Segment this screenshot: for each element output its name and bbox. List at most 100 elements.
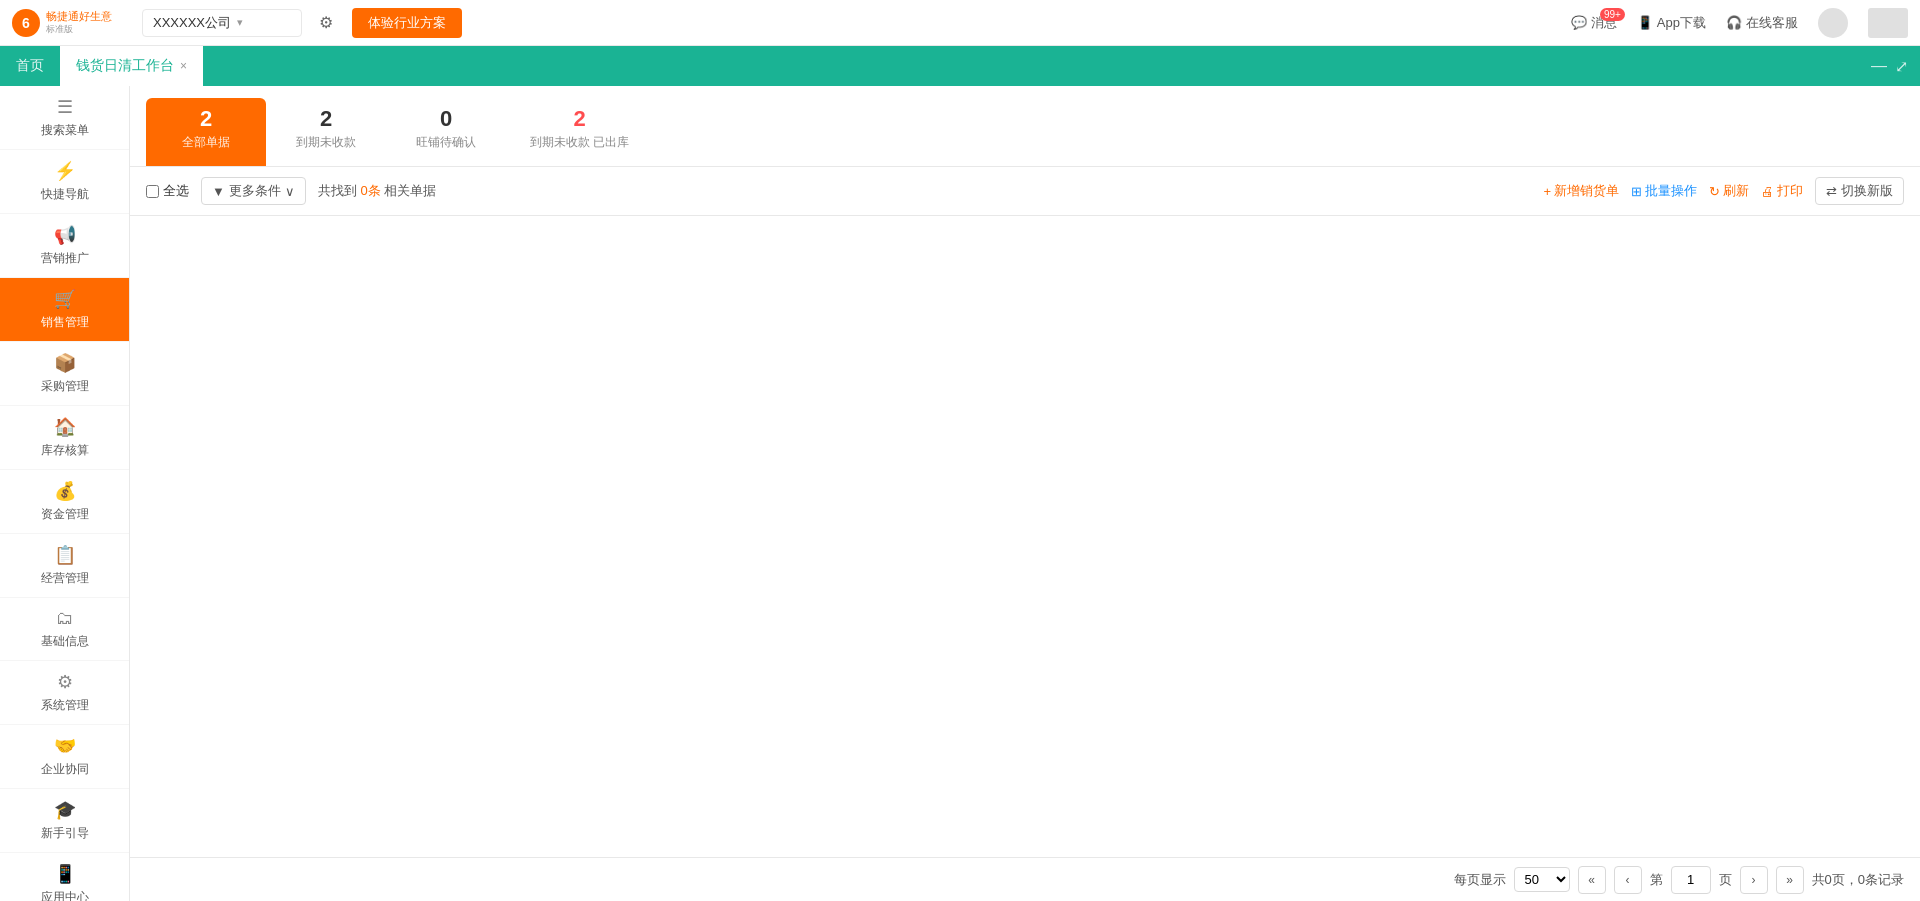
- sidebar-item-system[interactable]: ⚙ 系统管理: [0, 661, 129, 725]
- main-layout: ☰ 搜索菜单 ⚡ 快捷导航 📢 营销推广 🛒 销售管理 📦 采购管理 🏠 库存核…: [0, 86, 1920, 901]
- pagination-bar: 每页显示 50 20 100 « ‹ 第 页 › » 共0页，0条记录: [130, 857, 1920, 901]
- trial-button[interactable]: 体验行业方案: [352, 8, 462, 38]
- page-of-label: 页: [1719, 871, 1732, 889]
- select-all-checkbox[interactable]: [146, 185, 159, 198]
- toolbar-right: + 新增销货单 ⊞ 批量操作 ↻ 刷新 🖨 打印 ⇄ 切换新版: [1543, 177, 1904, 205]
- logo-icon: 6: [12, 9, 40, 37]
- inventory-icon: 🏠: [54, 416, 76, 438]
- switch-icon: ⇄: [1826, 184, 1837, 199]
- window-controls: — ⤢: [1871, 57, 1920, 76]
- sidebar-item-search[interactable]: ☰ 搜索菜单: [0, 86, 129, 150]
- home-tab-label: 首页: [16, 57, 44, 75]
- logo-text: 畅捷通好生意: [46, 9, 112, 23]
- refresh-icon: ↻: [1709, 184, 1720, 199]
- stat-overdue-label: 到期未收款: [290, 134, 362, 151]
- logo-badge: 标准版: [46, 23, 112, 36]
- sidebar-item-label: 库存核算: [41, 442, 89, 459]
- stat-tab-overdue-shipped[interactable]: 2 到期未收款 已出库: [506, 98, 653, 166]
- headset-icon: 🎧: [1726, 15, 1742, 30]
- switch-label: 切换新版: [1841, 182, 1893, 200]
- print-icon: 🖨: [1761, 184, 1774, 199]
- stats-tabs: 2 全部单据 2 到期未收款 0 旺铺待确认 2 到期未收款 已出库: [130, 86, 1920, 167]
- sidebar-item-label: 应用中心: [41, 889, 89, 901]
- last-page-button[interactable]: »: [1776, 866, 1804, 894]
- marketing-icon: 📢: [54, 224, 76, 246]
- header-right: 💬 消息 99+ 📱 App下载 🎧 在线客服: [1571, 8, 1908, 38]
- sidebar-item-app-center[interactable]: 📱 应用中心: [0, 853, 129, 901]
- page-size-select[interactable]: 50 20 100: [1514, 867, 1570, 892]
- found-count: 0条: [361, 183, 381, 198]
- next-page-button[interactable]: ›: [1740, 866, 1768, 894]
- sidebar-item-quicknav[interactable]: ⚡ 快捷导航: [0, 150, 129, 214]
- filter-button[interactable]: ▼ 更多条件 ∨: [201, 177, 306, 205]
- sidebar-item-label: 搜索菜单: [41, 122, 89, 139]
- sidebar-item-label: 新手引导: [41, 825, 89, 842]
- sidebar-item-inventory[interactable]: 🏠 库存核算: [0, 406, 129, 470]
- page-input[interactable]: [1671, 866, 1711, 894]
- message-button[interactable]: 💬 消息 99+: [1571, 14, 1617, 32]
- logo-area: 6 畅捷通好生意 标准版: [12, 9, 142, 37]
- sidebar-item-enterprise[interactable]: 🤝 企业协同: [0, 725, 129, 789]
- sidebar-item-purchase[interactable]: 📦 采购管理: [0, 342, 129, 406]
- table-area: [130, 216, 1920, 857]
- sidebar-item-label: 经营管理: [41, 570, 89, 587]
- online-service-button[interactable]: 🎧 在线客服: [1726, 14, 1798, 32]
- sidebar-item-sales[interactable]: 🛒 销售管理: [0, 278, 129, 342]
- stat-tab-overdue[interactable]: 2 到期未收款: [266, 98, 386, 166]
- print-button[interactable]: 🖨 打印: [1761, 182, 1803, 200]
- sidebar-item-operations[interactable]: 📋 经营管理: [0, 534, 129, 598]
- batch-label: 批量操作: [1645, 182, 1697, 200]
- stat-tab-wangpu[interactable]: 0 旺铺待确认: [386, 98, 506, 166]
- page-size-label: 每页显示: [1454, 871, 1506, 889]
- total-info: 共0页，0条记录: [1812, 871, 1904, 889]
- stat-overdue-number: 2: [290, 106, 362, 132]
- print-label: 打印: [1777, 182, 1803, 200]
- batch-icon: ⊞: [1631, 184, 1642, 199]
- refresh-button[interactable]: ↻ 刷新: [1709, 182, 1749, 200]
- app-download-button[interactable]: 📱 App下载: [1637, 14, 1706, 32]
- search-menu-icon: ☰: [57, 96, 73, 118]
- sidebar-item-finance[interactable]: 💰 资金管理: [0, 470, 129, 534]
- sidebar-item-basic-info[interactable]: 🗂 基础信息: [0, 598, 129, 661]
- notification-badge: 99+: [1600, 8, 1625, 21]
- sidebar-item-label: 快捷导航: [41, 186, 89, 203]
- sidebar-item-label: 销售管理: [41, 314, 89, 331]
- tab-close-icon[interactable]: ×: [180, 59, 187, 73]
- online-service-label: 在线客服: [1746, 14, 1798, 32]
- nav-tabs: 首页 钱货日清工作台 × — ⤢: [0, 46, 1920, 86]
- add-sales-order-button[interactable]: + 新增销货单: [1543, 182, 1619, 200]
- sidebar-item-guide[interactable]: 🎓 新手引导: [0, 789, 129, 853]
- minimize-icon[interactable]: —: [1871, 57, 1887, 76]
- filter-label: 更多条件: [229, 182, 281, 200]
- stat-all-number: 2: [170, 106, 242, 132]
- first-page-button[interactable]: «: [1578, 866, 1606, 894]
- stat-tab-all[interactable]: 2 全部单据: [146, 98, 266, 166]
- settings-button[interactable]: ⚙: [310, 7, 342, 39]
- tab-home[interactable]: 首页: [0, 46, 60, 86]
- logo-text-group: 畅捷通好生意 标准版: [46, 9, 112, 36]
- message-icon: 💬: [1571, 15, 1587, 30]
- company-selector[interactable]: XXXXXX公司 ▾: [142, 9, 302, 37]
- company-name: XXXXXX公司: [153, 14, 231, 32]
- app-download-label: App下载: [1657, 14, 1706, 32]
- stat-wangpu-number: 0: [410, 106, 482, 132]
- batch-operation-button[interactable]: ⊞ 批量操作: [1631, 182, 1697, 200]
- tab-qinghuori[interactable]: 钱货日清工作台 ×: [60, 46, 203, 86]
- user-name-area[interactable]: [1868, 8, 1908, 38]
- sidebar-item-label: 营销推广: [41, 250, 89, 267]
- prev-page-button[interactable]: ‹: [1614, 866, 1642, 894]
- stat-all-label: 全部单据: [170, 134, 242, 151]
- switch-version-button[interactable]: ⇄ 切换新版: [1815, 177, 1904, 205]
- sidebar-item-label: 基础信息: [41, 633, 89, 650]
- purchase-icon: 📦: [54, 352, 76, 374]
- stat-overdue-shipped-label: 到期未收款 已出库: [530, 134, 629, 151]
- user-avatar[interactable]: [1818, 8, 1848, 38]
- operations-icon: 📋: [54, 544, 76, 566]
- sidebar-item-label: 采购管理: [41, 378, 89, 395]
- sidebar-item-label: 系统管理: [41, 697, 89, 714]
- maximize-icon[interactable]: ⤢: [1895, 57, 1908, 76]
- toolbar: 全选 ▼ 更多条件 ∨ 共找到 0条 相关单据 + 新增销货单 ⊞ 批: [130, 167, 1920, 216]
- sidebar-item-marketing[interactable]: 📢 营销推广: [0, 214, 129, 278]
- gear-icon: ⚙: [319, 13, 333, 32]
- finance-icon: 💰: [54, 480, 76, 502]
